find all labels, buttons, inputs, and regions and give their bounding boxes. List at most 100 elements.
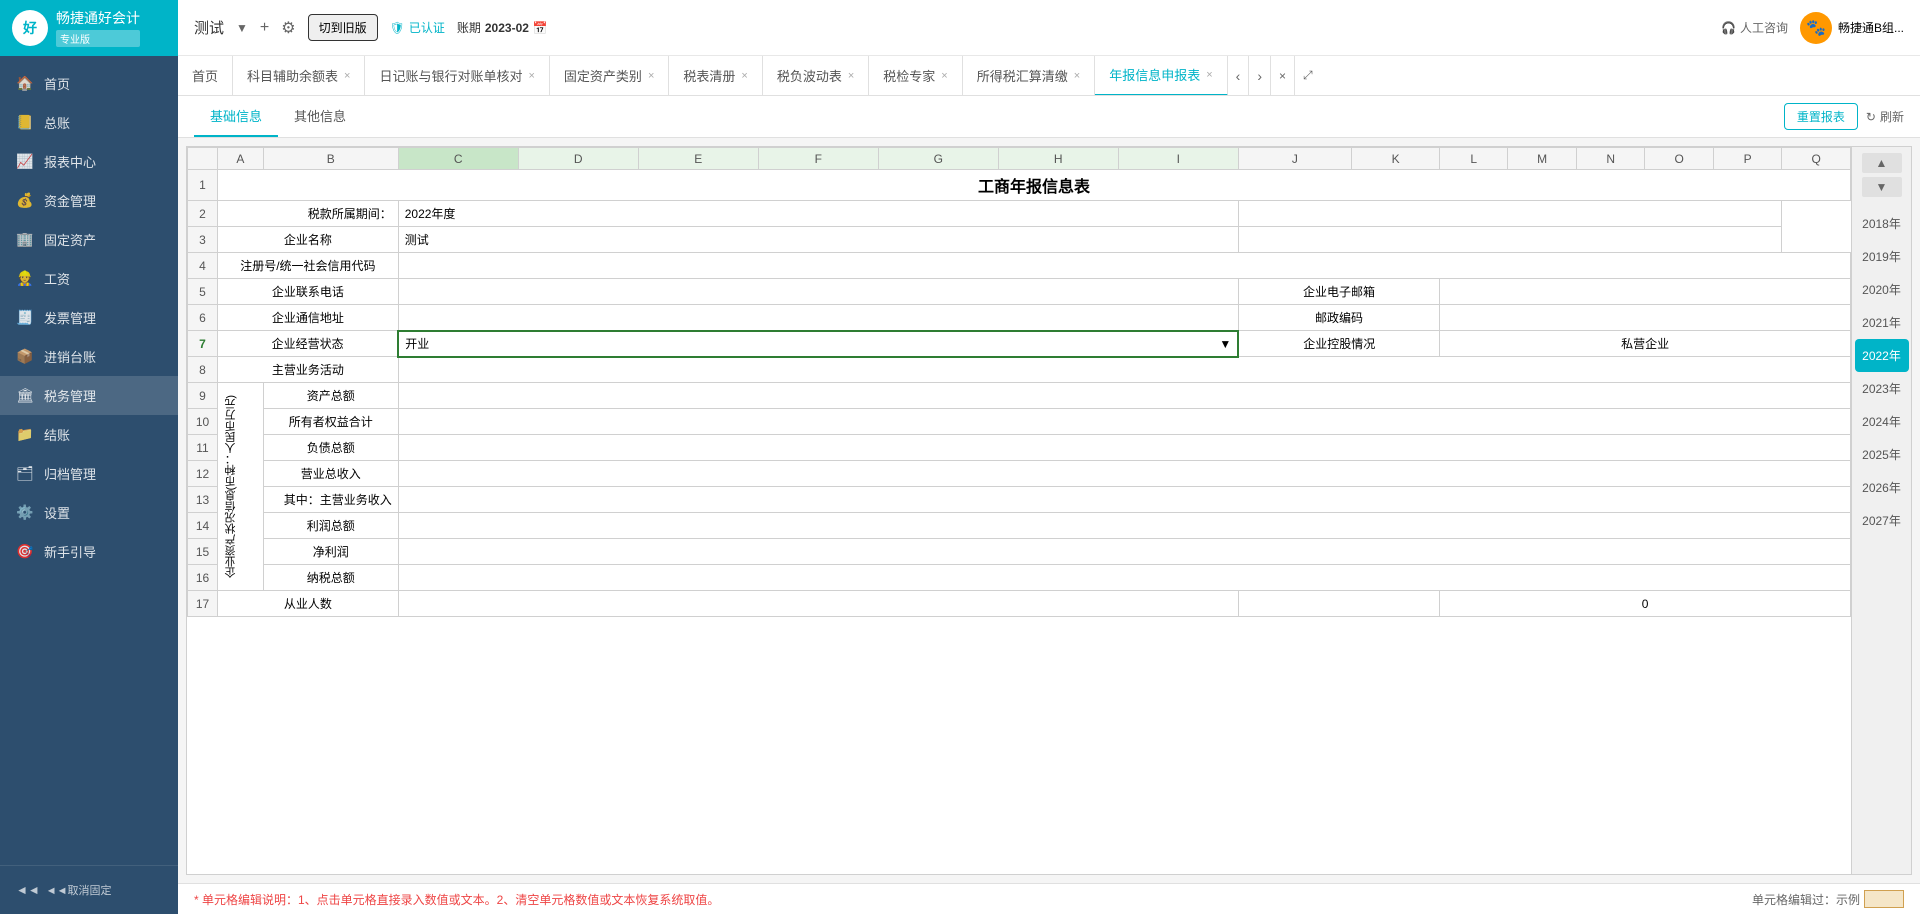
cell-15-label: 净利润 — [263, 539, 398, 565]
tab-close-all-button[interactable]: × — [1271, 56, 1294, 96]
tab-close-icon[interactable]: × — [344, 70, 350, 82]
tab-subject-balance-label: 科目辅助余额表 — [247, 66, 338, 85]
sub-tab-basic[interactable]: 基础信息 — [194, 96, 278, 137]
calendar-icon[interactable]: 📅 — [533, 21, 548, 35]
cell-9-group: 企业资产状况信息(币种：人民币万元) — [218, 383, 264, 591]
shield-icon: 🛡 — [390, 21, 405, 35]
year-item-2023[interactable]: 2023年 — [1855, 372, 1909, 405]
refresh-button[interactable]: ↻ 刷新 — [1866, 103, 1904, 130]
user-avatar: 🐾 — [1800, 12, 1832, 44]
cell-4-label: 注册号/统一社会信用代码 — [218, 253, 399, 279]
tab-subject-balance[interactable]: 科目辅助余额表 × — [233, 56, 365, 96]
tab-tax-fluctuation[interactable]: 税负波动表 × — [763, 56, 869, 96]
tab-home[interactable]: 首页 — [178, 56, 233, 96]
user-area[interactable]: 🐾 畅捷通B组... — [1800, 12, 1904, 44]
topbar-dropdown-icon[interactable]: ▼ — [236, 21, 248, 35]
sidebar-item-assets[interactable]: 🏢 固定资产 — [0, 220, 178, 259]
tab-close-icon[interactable]: × — [528, 70, 534, 82]
sidebar-item-guide[interactable]: 🎯 新手引导 — [0, 532, 178, 571]
cell-6-address[interactable] — [398, 305, 1238, 331]
col-header-e: E — [638, 148, 758, 170]
unfix-button[interactable]: ◄◄ ◄◄取消固定 — [0, 874, 178, 906]
tab-close-icon[interactable]: × — [941, 70, 947, 82]
tab-tax-inspection[interactable]: 税检专家 × — [869, 56, 962, 96]
row-10: 10 所有者权益合计 — [188, 409, 1851, 435]
year-item-2027[interactable]: 2027年 — [1855, 504, 1909, 537]
sidebar-item-inventory[interactable]: 📦 进销台账 — [0, 337, 178, 376]
col-header-f: F — [758, 148, 878, 170]
cell-4-value[interactable] — [398, 253, 1850, 279]
cell-7-control-value[interactable]: 私营企业 — [1440, 331, 1851, 357]
year-up-button[interactable]: ▲ — [1862, 153, 1902, 173]
year-item-2026[interactable]: 2026年 — [1855, 471, 1909, 504]
cell-9-value[interactable] — [398, 383, 1850, 409]
tab-close-icon[interactable]: × — [741, 70, 747, 82]
tab-close-icon[interactable]: × — [648, 70, 654, 82]
refresh-icon: ↻ — [1866, 110, 1876, 124]
spreadsheet-scroll[interactable]: A B C D E F G H I J — [187, 147, 1851, 874]
tab-income-tax[interactable]: 所得税汇算清缴 × — [963, 56, 1095, 96]
cell-3-value[interactable]: 测试 — [398, 227, 1238, 253]
cell-17-value[interactable] — [398, 591, 1238, 617]
sidebar-item-tax[interactable]: 🏛 税务管理 — [0, 376, 178, 415]
sidebar-item-payroll[interactable]: 👷 工资 — [0, 259, 178, 298]
sidebar-item-archive[interactable]: 🗂 归档管理 — [0, 454, 178, 493]
cell-5-phone[interactable] — [398, 279, 1238, 305]
sidebar-item-invoice[interactable]: 🧾 发票管理 — [0, 298, 178, 337]
row-num-1: 1 — [188, 170, 218, 201]
cell-7-status[interactable]: 开业 ▼ — [398, 331, 1238, 357]
tab-prev-button[interactable]: ‹ — [1228, 56, 1250, 96]
sidebar-item-settings[interactable]: ⚙️ 设置 — [0, 493, 178, 532]
cell-2-ab: 税款所属期间： — [218, 201, 399, 227]
topbar-title: 测试 — [194, 17, 224, 38]
cell-12-value[interactable] — [398, 461, 1850, 487]
topbar-add-button[interactable]: + — [260, 19, 269, 37]
year-item-2018[interactable]: 2018年 — [1855, 207, 1909, 240]
inventory-icon: 📦 — [16, 348, 34, 365]
year-down-button[interactable]: ▼ — [1862, 177, 1902, 197]
tab-close-icon[interactable]: × — [1074, 70, 1080, 82]
switch-to-old-button[interactable]: 切到旧版 — [308, 14, 378, 41]
sidebar-item-close[interactable]: 📁 结账 — [0, 415, 178, 454]
tab-tax-form[interactable]: 税表清册 × — [669, 56, 762, 96]
sidebar-item-finance[interactable]: 💰 资金管理 — [0, 181, 178, 220]
sub-tab-other[interactable]: 其他信息 — [278, 96, 362, 137]
tab-fixed-assets-type[interactable]: 固定资产类别 × — [550, 56, 669, 96]
topbar-settings-icon[interactable]: ⚙ — [281, 18, 295, 38]
sidebar-bottom: ◄◄ ◄◄取消固定 — [0, 865, 178, 914]
cell-15-value[interactable] — [398, 539, 1850, 565]
dropdown-arrow-icon[interactable]: ▼ — [1219, 337, 1231, 351]
year-item-2025[interactable]: 2025年 — [1855, 438, 1909, 471]
row-15: 15 净利润 — [188, 539, 1851, 565]
cell-6-zip[interactable] — [1440, 305, 1851, 331]
sub-tab-basic-label: 基础信息 — [210, 109, 262, 124]
sidebar-item-home[interactable]: 🏠 首页 — [0, 64, 178, 103]
year-item-2024[interactable]: 2024年 — [1855, 405, 1909, 438]
consult-button[interactable]: 🎧 人工咨询 — [1721, 19, 1788, 36]
cell-8-value[interactable] — [398, 357, 1850, 383]
tab-bank-reconcile[interactable]: 日记账与银行对账单核对 × — [365, 56, 549, 96]
cell-11-value[interactable] — [398, 435, 1850, 461]
year-item-2022[interactable]: 2022年 — [1855, 339, 1909, 372]
sidebar: 好 畅捷通好会计 专业版 🏠 首页 📒 总账 📈 报表中心 💰 资金管理 — [0, 0, 178, 914]
col-header-i: I — [1118, 148, 1238, 170]
tab-close-icon[interactable]: × — [848, 70, 854, 82]
cell-16-value[interactable] — [398, 565, 1850, 591]
cell-14-value[interactable] — [398, 513, 1850, 539]
cell-10-value[interactable] — [398, 409, 1850, 435]
reset-report-button[interactable]: 重置报表 — [1784, 103, 1858, 130]
year-item-2019[interactable]: 2019年 — [1855, 240, 1909, 273]
row-8: 8 主营业务活动 — [188, 357, 1851, 383]
cell-2-value[interactable]: 2022年度 — [398, 201, 1238, 227]
year-item-2020[interactable]: 2020年 — [1855, 273, 1909, 306]
sidebar-item-reports[interactable]: 📈 报表中心 — [0, 142, 178, 181]
tab-next-button[interactable]: › — [1249, 56, 1271, 96]
year-item-2021[interactable]: 2021年 — [1855, 306, 1909, 339]
sidebar-item-ledger[interactable]: 📒 总账 — [0, 103, 178, 142]
tab-close-icon[interactable]: × — [1206, 69, 1212, 81]
cell-13-value[interactable] — [398, 487, 1850, 513]
cell-5-email[interactable] — [1440, 279, 1851, 305]
col-header-b: B — [263, 148, 398, 170]
tab-expand-button[interactable]: ⤢ — [1294, 56, 1321, 96]
tab-annual-report[interactable]: 年报信息申报表 × — [1095, 56, 1227, 96]
